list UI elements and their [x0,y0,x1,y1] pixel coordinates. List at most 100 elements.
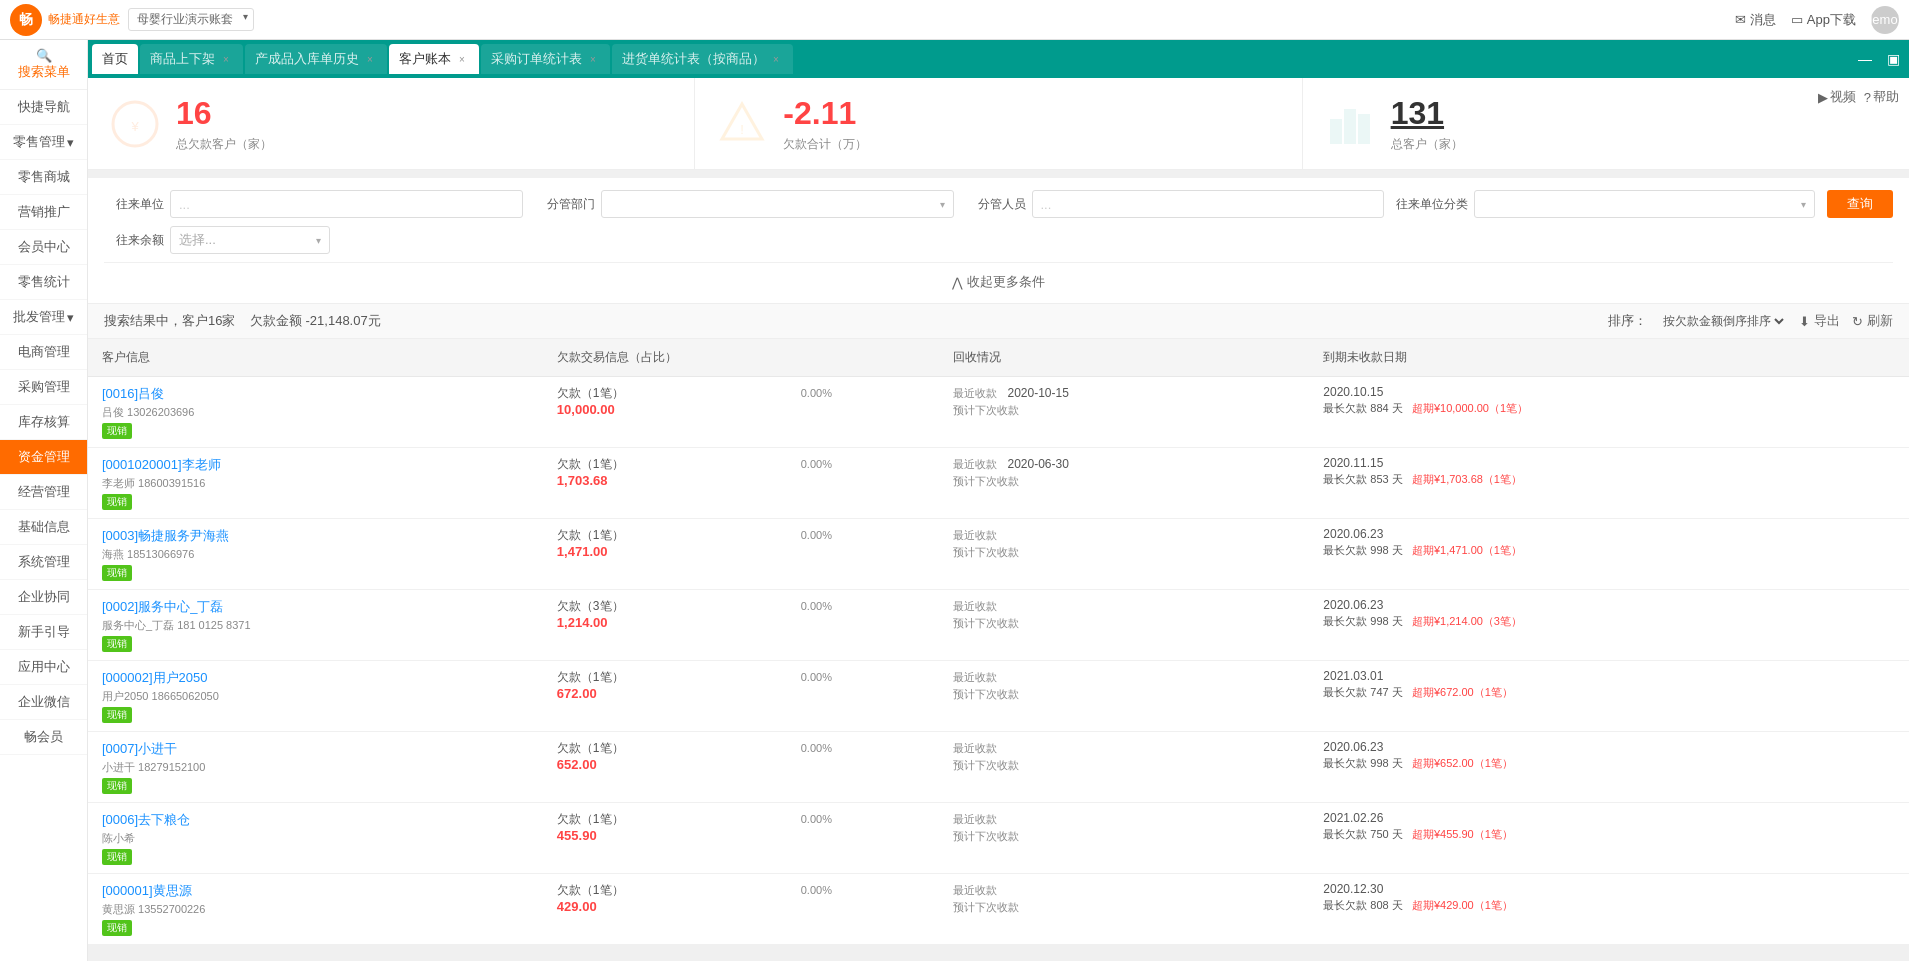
tab-close-product-off[interactable]: × [219,52,233,66]
tab-product-history[interactable]: 产成品入库单历史 × [245,44,387,74]
sidebar-item-retail-mgmt[interactable]: 零售管理 ▾ [0,125,87,160]
sidebar-item-enterprise[interactable]: 企业协同 [0,580,87,615]
unit-category-select[interactable]: ▾ [1474,190,1815,218]
cell-recovery-5: 最近收款 预计下次收款 [939,732,1309,803]
message-button[interactable]: ✉ 消息 [1735,11,1776,29]
sidebar-item-quick-nav[interactable]: 快捷导航 [0,90,87,125]
overdue-link-2[interactable]: 超期¥1,471.00（1笔） [1412,544,1522,556]
overdue-link-6[interactable]: 超期¥455.90（1笔） [1412,828,1513,840]
customer-name-link-1[interactable]: [0001020001]李老师 [102,456,529,474]
help-icon: ? [1864,90,1871,105]
tab-expand-button[interactable]: ▣ [1881,47,1905,71]
recovery-next-2: 预计下次收款 [953,545,1295,560]
export-button[interactable]: ⬇ 导出 [1799,312,1840,330]
recovery-info-2: 最近收款 [953,527,1295,543]
cell-overdue-5: 2020.06.23 最长欠款 998 天 超期¥652.00（1笔） [1309,732,1909,803]
overdue-link-5[interactable]: 超期¥652.00（1笔） [1412,757,1513,769]
debt-ratio-3: 0.00% [801,600,925,612]
tab-close-purchase-stats[interactable]: × [769,52,783,66]
cell-debt-4: 欠款（1笔） 672.00 [543,661,787,732]
overdue-date-7: 2020.12.30 [1323,882,1895,896]
overdue-date-0: 2020.10.15 [1323,385,1895,399]
sidebar-item-ecommerce[interactable]: 电商管理 [0,335,87,370]
cell-debt-ratio-6: 0.00% [787,803,939,874]
refresh-icon: ↻ [1852,314,1863,329]
tab-close-customer-account[interactable]: × [455,52,469,66]
tab-purchase-stats[interactable]: 进货单统计表（按商品） × [612,44,793,74]
overdue-link-4[interactable]: 超期¥672.00（1笔） [1412,686,1513,698]
dept-select[interactable]: ▾ [601,190,954,218]
user-avatar[interactable]: demo2 [1871,6,1899,34]
sidebar-item-label-system: 系统管理 [18,554,70,569]
balance-select[interactable]: 选择... ▾ [170,226,330,254]
source-unit-input[interactable]: ... [170,190,523,218]
sidebar-item-app-center[interactable]: 应用中心 [0,650,87,685]
sidebar-search[interactable]: 🔍 搜索菜单 [0,40,87,90]
tab-close-product-history[interactable]: × [363,52,377,66]
overdue-link-0[interactable]: 超期¥10,000.00（1笔） [1412,402,1528,414]
card-value-3: 131 [1391,94,1463,132]
card-icon-2: ! [715,97,769,151]
sidebar-item-batch-mgmt[interactable]: 批发管理 ▾ [0,300,87,335]
message-icon: ✉ [1735,12,1746,27]
customer-name-link-7[interactable]: [000001]黄思源 [102,882,529,900]
customer-name-link-6[interactable]: [0006]去下粮仓 [102,811,529,829]
table-row: [000002]用户2050 用户2050 18665062050 现销 欠款（… [88,661,1909,732]
tab-purchase-order[interactable]: 采购订单统计表 × [481,44,610,74]
debt-amount-4: 672.00 [557,686,773,701]
tab-customer-account[interactable]: 客户账本 × [389,44,479,74]
customer-name-link-0[interactable]: [0016]吕俊 [102,385,529,403]
search-button[interactable]: 查询 [1827,190,1893,218]
customer-name-link-5[interactable]: [0007]小进干 [102,740,529,758]
cell-overdue-7: 2020.12.30 最长欠款 808 天 超期¥429.00（1笔） [1309,874,1909,945]
app-download-button[interactable]: ▭ App下载 [1791,11,1856,29]
sidebar-item-system[interactable]: 系统管理 [0,545,87,580]
sidebar-item-basic-info[interactable]: 基础信息 [0,510,87,545]
sidebar-item-inventory[interactable]: 库存核算 [0,405,87,440]
overdue-days-2: 最长欠款 998 天 超期¥1,471.00（1笔） [1323,543,1895,558]
tab-collapse-button[interactable]: — [1853,47,1877,71]
customer-tag-6: 现销 [102,849,132,865]
customer-name-link-4[interactable]: [000002]用户2050 [102,669,529,687]
debt-ratio-5: 0.00% [801,742,925,754]
chevron-down-icon-batch: ▾ [67,310,74,325]
balance-placeholder: 选择... [179,231,216,249]
manager-input[interactable]: ... [1032,190,1385,218]
collapse-button[interactable]: ⋀ 收起更多条件 [104,269,1893,295]
sidebar-item-new-guide[interactable]: 新手引导 [0,615,87,650]
filter-balance: 往来余额 选择... ▾ [104,226,1893,254]
unit-category-label: 往来单位分类 [1396,196,1468,213]
sort-select[interactable]: 按欠款金额倒序排序 [1659,313,1787,329]
sidebar-item-enterprise-wechat[interactable]: 企业微信 [0,685,87,720]
cell-recovery-1: 最近收款 2020-06-30 预计下次收款 [939,448,1309,519]
debt-ratio-0: 0.00% [801,387,925,399]
sidebar-item-purchase[interactable]: 采购管理 [0,370,87,405]
recovery-next-3: 预计下次收款 [953,616,1295,631]
sidebar-item-marketing[interactable]: 营销推广 [0,195,87,230]
sidebar-item-retail-stats[interactable]: 零售统计 [0,265,87,300]
sidebar-item-operations[interactable]: 经营管理 [0,475,87,510]
sidebar-item-retail-mall[interactable]: 零售商城 [0,160,87,195]
svg-rect-5 [1344,109,1356,144]
sidebar-item-label-purchase: 采购管理 [18,379,70,394]
customer-name-link-3[interactable]: [0002]服务中心_丁磊 [102,598,529,616]
tab-home[interactable]: 首页 [92,44,138,74]
customer-name-link-2[interactable]: [0003]畅捷服务尹海燕 [102,527,529,545]
sidebar-item-capital[interactable]: 资金管理 [0,440,87,475]
video-button[interactable]: ▶ 视频 [1818,88,1856,106]
refresh-button[interactable]: ↻ 刷新 [1852,312,1893,330]
overdue-link-1[interactable]: 超期¥1,703.68（1笔） [1412,473,1522,485]
system-name-selector[interactable]: 母婴行业演示账套 [128,8,254,31]
cell-customer-6: [0006]去下粮仓 陈小希 现销 [88,803,543,874]
recovery-label-2: 最近收款 [953,529,997,541]
help-button[interactable]: ? 帮助 [1864,88,1899,106]
video-label: 视频 [1830,88,1856,106]
overdue-link-3[interactable]: 超期¥1,214.00（3笔） [1412,615,1522,627]
overdue-link-7[interactable]: 超期¥429.00（1笔） [1412,899,1513,911]
debt-amount-2: 1,471.00 [557,544,773,559]
filter-source-unit: 往来单位 ... [104,190,523,218]
tab-product-off[interactable]: 商品上下架 × [140,44,243,74]
sidebar-item-member[interactable]: 会员中心 [0,230,87,265]
sidebar-item-member-plus[interactable]: 畅会员 [0,720,87,755]
tab-close-purchase-order[interactable]: × [586,52,600,66]
